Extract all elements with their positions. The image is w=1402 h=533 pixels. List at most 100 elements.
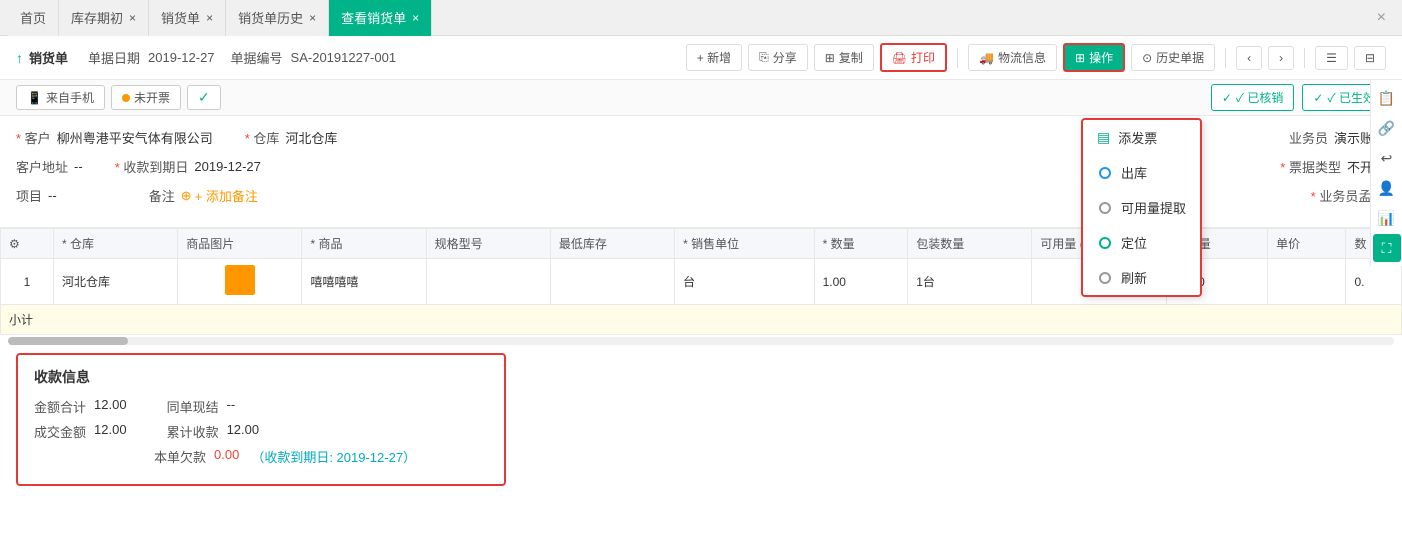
col-spec-header: 规格型号 bbox=[426, 229, 550, 259]
sidebar-expand-icon[interactable]: ⛶ bbox=[1373, 234, 1401, 262]
ticket-type-label: 票据类型 bbox=[1280, 157, 1341, 176]
col-warehouse-header: * 仓库 bbox=[54, 229, 178, 259]
print-button[interactable]: 🖨 打印 bbox=[880, 43, 947, 72]
close-tab-view-sales[interactable]: × bbox=[412, 11, 419, 25]
refresh-item[interactable]: 刷新 bbox=[1083, 260, 1200, 295]
nav-prev-button[interactable]: ‹ bbox=[1236, 46, 1262, 70]
cumulative-receipt-value: 12.00 bbox=[227, 422, 260, 441]
available-qty-item[interactable]: 可用量提取 bbox=[1083, 190, 1200, 225]
history-button[interactable]: ⊙ 历史单据 bbox=[1131, 44, 1215, 71]
grid-icon: ⊞ bbox=[1075, 51, 1085, 65]
doc-type-icon: ↑ bbox=[16, 50, 23, 66]
right-sidebar: 📋 🔗 ↩ 👤 📊 ⛶ bbox=[1370, 80, 1402, 266]
payment-date-value: 2019-12-27 bbox=[194, 159, 261, 174]
effective-icon: ✓ bbox=[1313, 91, 1323, 105]
close-tab-inventory[interactable]: × bbox=[129, 11, 136, 25]
col-qty-header: * 数量 bbox=[814, 229, 908, 259]
toolbar-divider bbox=[957, 48, 958, 68]
subtotal-row: 小计 bbox=[1, 305, 1402, 335]
not-open-ticket-button[interactable]: 未开票 bbox=[111, 85, 181, 110]
logistics-icon: 🚚 bbox=[979, 51, 994, 65]
tab-home[interactable]: 首页 bbox=[8, 0, 59, 36]
note-label: 备注 bbox=[149, 186, 175, 205]
arrears-field: 本单欠款 0.00 （收款到期日: 2019-12-27） bbox=[154, 447, 416, 466]
doc-number: 单据编号 SA-20191227-001 bbox=[231, 48, 397, 67]
window-close-button[interactable]: × bbox=[1369, 9, 1394, 27]
row-img bbox=[178, 259, 302, 305]
payment-date-label: 收款到期日 bbox=[115, 157, 189, 176]
toolbar-divider2 bbox=[1225, 48, 1226, 68]
same-order-value: -- bbox=[227, 397, 236, 416]
doc-title: ↑ 销货单 bbox=[16, 48, 68, 67]
col-price-header: 单价 bbox=[1268, 229, 1346, 259]
invoice-icon: ▤ bbox=[1097, 129, 1110, 146]
tab-inventory-init[interactable]: 库存期初 × bbox=[59, 0, 149, 36]
warehouse-value: 河北仓库 bbox=[285, 128, 337, 147]
history-icon: ⊙ bbox=[1142, 51, 1152, 65]
row-product: 嘻嘻嘻嘻 bbox=[302, 259, 426, 305]
address-value: -- bbox=[74, 159, 83, 174]
deal-amount-label: 成交金额 bbox=[34, 422, 86, 441]
from-phone-button[interactable]: 📱 来自手机 bbox=[16, 85, 105, 110]
tab-view-sales[interactable]: 查看销货单 × bbox=[329, 0, 432, 36]
add-note-button[interactable]: ⊕ + 添加备注 bbox=[181, 186, 258, 205]
check-button[interactable]: ✓ bbox=[187, 85, 221, 110]
share-button[interactable]: ⎘ 分享 bbox=[748, 44, 808, 71]
add-invoice-item[interactable]: ▤ 添发票 bbox=[1083, 120, 1200, 155]
phone-icon: 📱 bbox=[27, 91, 42, 105]
locate-icon bbox=[1099, 237, 1111, 249]
warehouse-field: 仓库 河北仓库 bbox=[245, 128, 338, 147]
logistics-button[interactable]: 🚚 物流信息 bbox=[968, 44, 1057, 71]
operate-button[interactable]: ⊞ 操作 bbox=[1063, 43, 1125, 72]
orange-dot-icon bbox=[122, 94, 130, 102]
doc-header: ↑ 销货单 单据日期 2019-12-27 单据编号 SA-20191227-0… bbox=[0, 36, 1402, 80]
verified-status[interactable]: ✓ ✓ 已核销 bbox=[1211, 84, 1295, 111]
outbound-item[interactable]: 出库 bbox=[1083, 155, 1200, 190]
total-amount-field: 金额合计 12.00 bbox=[34, 397, 127, 416]
sidebar-chart-icon[interactable]: 📊 bbox=[1373, 204, 1401, 232]
new-button[interactable]: + 新增 bbox=[686, 44, 742, 71]
nav-next-button[interactable]: › bbox=[1268, 46, 1294, 70]
tab-sales[interactable]: 销货单 × bbox=[149, 0, 226, 36]
row-unit: 台 bbox=[675, 259, 815, 305]
cumulative-receipt-label: 累计收款 bbox=[167, 422, 219, 441]
share-icon: ⎘ bbox=[759, 50, 769, 65]
print-icon: 🖨 bbox=[892, 51, 907, 65]
copy-button[interactable]: ⊞ 复制 bbox=[814, 44, 874, 71]
outbound-icon bbox=[1099, 167, 1111, 179]
check-icon: ✓ bbox=[198, 89, 210, 106]
payment-row-1: 金额合计 12.00 同单现结 -- bbox=[34, 397, 488, 416]
payment-row-2: 成交金额 12.00 累计收款 12.00 bbox=[34, 422, 488, 441]
horizontal-scrollbar[interactable] bbox=[8, 337, 1394, 345]
col-settings[interactable]: ⚙ bbox=[1, 229, 54, 259]
tab-bar: 首页 库存期初 × 销货单 × 销货单历史 × 查看销货单 × × bbox=[0, 0, 1402, 36]
tab-sales-history[interactable]: 销货单历史 × bbox=[226, 0, 329, 36]
same-order-label: 同单现结 bbox=[167, 397, 219, 416]
customer-field: 客户 柳州粤港平安气体有限公司 bbox=[16, 128, 213, 147]
row-spec bbox=[426, 259, 550, 305]
sidebar-undo-icon[interactable]: ↩ bbox=[1373, 144, 1401, 172]
sidebar-link-icon[interactable]: 🔗 bbox=[1373, 114, 1401, 142]
cumulative-receipt-field: 累计收款 12.00 bbox=[167, 422, 260, 441]
staff2-label: 业务员孟 bbox=[1311, 186, 1372, 205]
close-tab-sales-history[interactable]: × bbox=[309, 11, 316, 25]
scroll-thumb[interactable] bbox=[8, 337, 128, 345]
address-label: 客户地址 bbox=[16, 157, 68, 176]
settings-icon: ⚙ bbox=[9, 237, 20, 251]
locate-item[interactable]: 定位 bbox=[1083, 225, 1200, 260]
col-minstock-header: 最低库存 bbox=[550, 229, 674, 259]
row-price bbox=[1268, 259, 1346, 305]
close-tab-sales[interactable]: × bbox=[206, 11, 213, 25]
sidebar-doc-icon[interactable]: 📋 bbox=[1373, 84, 1401, 112]
staff-label: 业务员 bbox=[1289, 128, 1328, 147]
locate-label: 定位 bbox=[1121, 233, 1147, 252]
arrears-label: 本单欠款 bbox=[154, 447, 206, 466]
view-grid-button[interactable]: ⊟ bbox=[1354, 46, 1386, 70]
sidebar-user-icon[interactable]: 👤 bbox=[1373, 174, 1401, 202]
payment-title: 收款信息 bbox=[34, 367, 488, 387]
view-list-button[interactable]: ☰ bbox=[1315, 46, 1348, 70]
doc-date: 单据日期 2019-12-27 bbox=[88, 48, 215, 67]
payment-info-panel: 收款信息 金额合计 12.00 同单现结 -- 成交金额 12.00 累计收款 bbox=[16, 353, 506, 486]
row-packqty: 1台 bbox=[908, 259, 1032, 305]
available-icon bbox=[1099, 202, 1111, 214]
